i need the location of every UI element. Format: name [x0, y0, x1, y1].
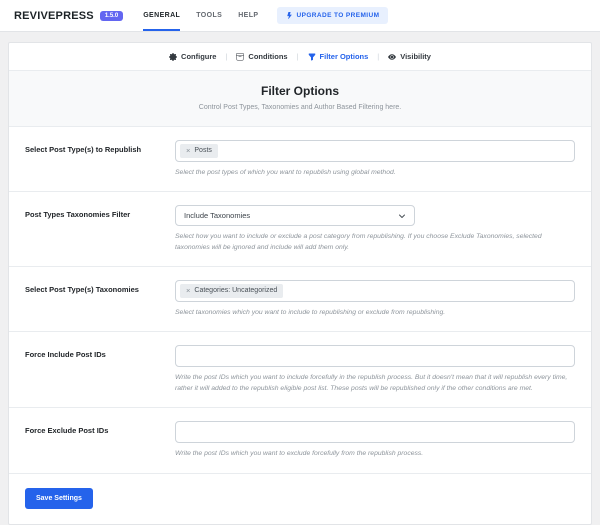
- field-help: Select taxonomies which you want to incl…: [175, 308, 446, 316]
- field-input-area: Write the post IDs which you want to exc…: [175, 421, 575, 460]
- form-row-force-include: Force Include Post IDs Write the post ID…: [9, 332, 591, 409]
- settings-card: Configure | Conditions | Filter Options …: [8, 42, 592, 525]
- field-label: Post Types Taxonomies Filter: [25, 210, 131, 220]
- field-help: Select the post types of which you want …: [175, 168, 396, 176]
- form-row-taxonomies-filter: Post Types Taxonomies Filter Include Tax…: [9, 192, 591, 268]
- settings-subnav: Configure | Conditions | Filter Options …: [9, 43, 591, 71]
- tab-tools[interactable]: TOOLS: [196, 0, 222, 31]
- gear-icon: [169, 52, 178, 61]
- post-types-multiselect[interactable]: × Posts: [175, 140, 575, 162]
- form-row-post-types: Select Post Type(s) to Republish × Posts…: [9, 127, 591, 193]
- subnav-label: Filter Options: [319, 52, 369, 61]
- lightning-icon: [286, 12, 293, 19]
- subnav-separator: |: [296, 52, 299, 61]
- field-input-area: Include Taxonomies Select how you want t…: [175, 205, 575, 253]
- selected-tag-posts[interactable]: × Posts: [180, 144, 218, 158]
- subnav-item-configure[interactable]: Configure: [169, 52, 216, 61]
- logo: REVIVEPRESS: [14, 9, 94, 22]
- tag-label: Posts: [194, 147, 212, 155]
- tag-label: Categories: Uncategorized: [194, 287, 278, 295]
- page-header: Filter Options Control Post Types, Taxon…: [9, 71, 591, 127]
- subnav-item-filter-options[interactable]: Filter Options: [308, 52, 369, 61]
- field-label: Select Post Type(s) Taxonomies: [25, 285, 139, 295]
- card-footer: Save Settings: [9, 474, 591, 524]
- version-badge: 1.5.0: [99, 10, 124, 21]
- remove-tag-icon[interactable]: ×: [186, 287, 190, 295]
- funnel-icon: [308, 53, 316, 61]
- page-title: Filter Options: [261, 84, 339, 98]
- subnav-separator: |: [377, 52, 380, 61]
- field-label: Force Include Post IDs: [25, 350, 106, 360]
- field-input-area: Write the post IDs which you want to inc…: [175, 345, 575, 394]
- taxonomies-filter-select[interactable]: Include Taxonomies: [175, 205, 415, 227]
- subnav-separator: |: [225, 52, 228, 61]
- form-row-taxonomies: Select Post Type(s) Taxonomies × Categor…: [9, 267, 591, 333]
- field-help: Write the post IDs which you want to exc…: [175, 450, 424, 458]
- subnav-item-conditions[interactable]: Conditions: [236, 52, 288, 61]
- page-subtitle: Control Post Types, Taxonomies and Autho…: [198, 104, 402, 111]
- save-settings-button[interactable]: Save Settings: [25, 487, 93, 509]
- subnav-item-visibility[interactable]: Visibility: [388, 52, 431, 61]
- force-include-post-ids-input[interactable]: [175, 345, 575, 368]
- field-help: Select how you want to include or exclud…: [175, 233, 542, 251]
- eye-icon: [388, 53, 397, 61]
- remove-tag-icon[interactable]: ×: [186, 147, 190, 155]
- subnav-label: Visibility: [400, 52, 431, 61]
- field-input-area: × Posts Select the post types of which y…: [175, 140, 575, 178]
- top-tabs: GENERAL TOOLS HELP: [143, 0, 258, 31]
- field-help: Write the post IDs which you want to inc…: [175, 374, 568, 392]
- tab-general[interactable]: GENERAL: [143, 0, 181, 31]
- top-bar: REVIVEPRESS 1.5.0 GENERAL TOOLS HELP UPG…: [0, 0, 600, 32]
- brand: REVIVEPRESS 1.5.0: [14, 0, 124, 31]
- subnav-label: Conditions: [248, 52, 288, 61]
- field-input-area: × Categories: Uncategorized Select taxon…: [175, 280, 575, 318]
- upgrade-label: UPGRADE TO PREMIUM: [296, 12, 380, 19]
- field-label: Force Exclude Post IDs: [25, 426, 109, 436]
- field-label: Select Post Type(s) to Republish: [25, 145, 142, 154]
- tab-help[interactable]: HELP: [238, 0, 258, 31]
- form-row-force-exclude: Force Exclude Post IDs Write the post ID…: [9, 408, 591, 474]
- taxonomies-multiselect[interactable]: × Categories: Uncategorized: [175, 280, 575, 302]
- upgrade-to-premium-button[interactable]: UPGRADE TO PREMIUM: [276, 7, 389, 24]
- selected-tag-categories-uncategorized[interactable]: × Categories: Uncategorized: [180, 284, 284, 298]
- select-value: Include Taxonomies: [184, 211, 251, 221]
- force-exclude-post-ids-input[interactable]: [175, 421, 575, 444]
- archive-icon: [236, 53, 245, 61]
- subnav-label: Configure: [181, 52, 217, 61]
- chevron-down-icon: [398, 212, 406, 220]
